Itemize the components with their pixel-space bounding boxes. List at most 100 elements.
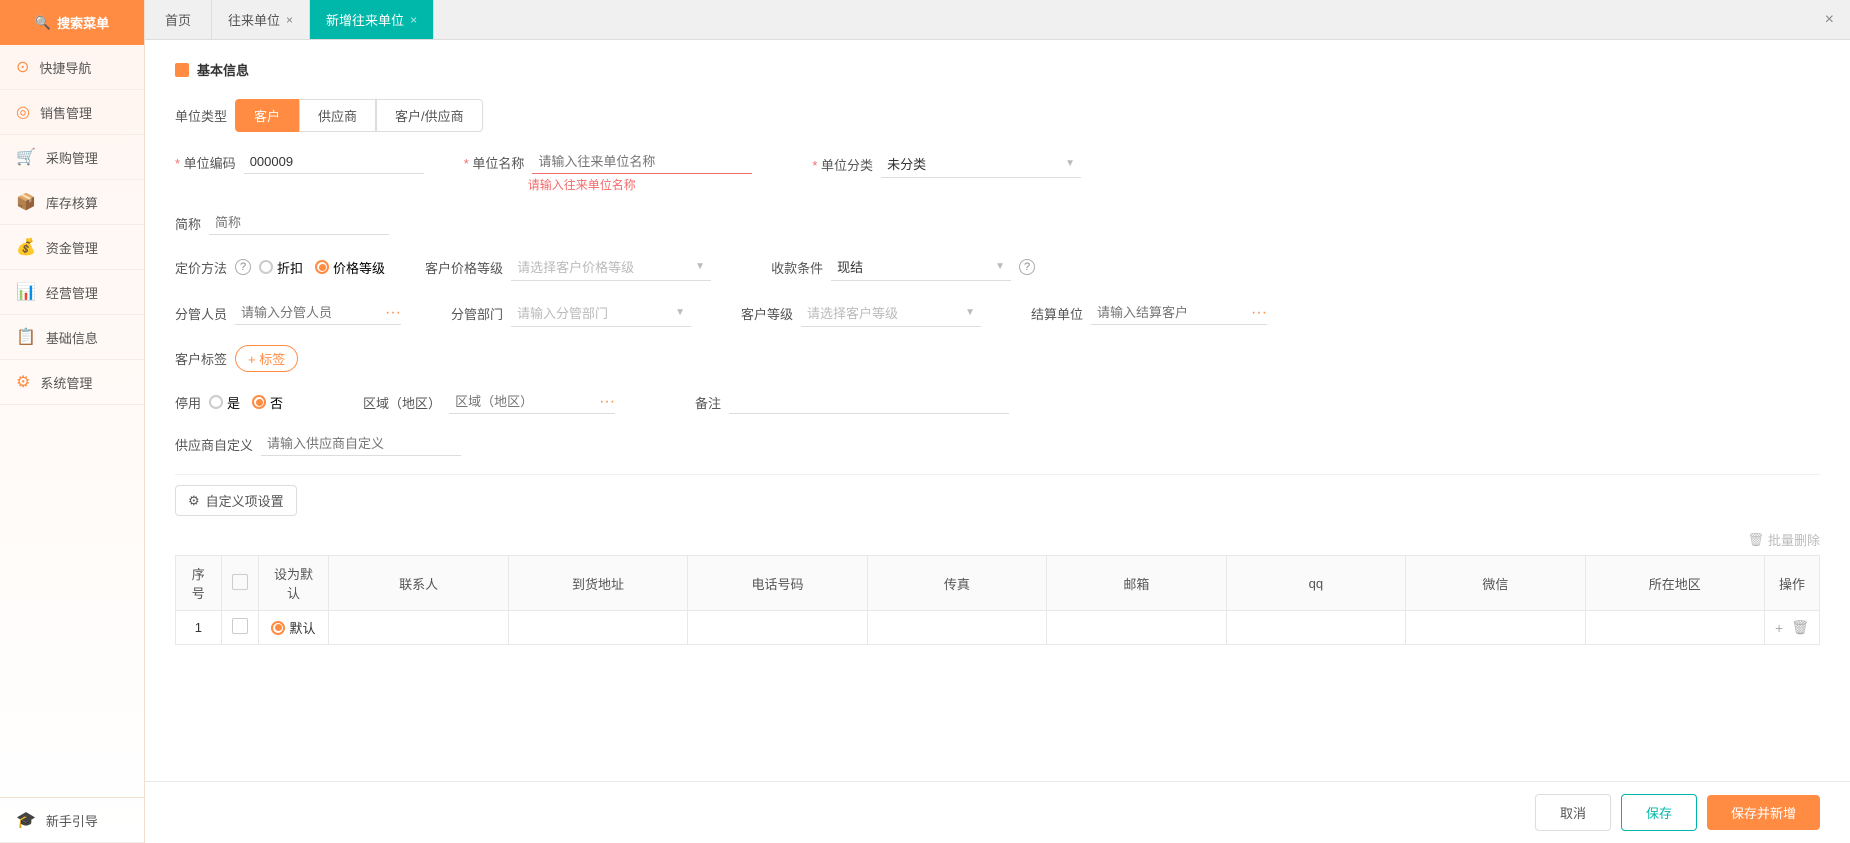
customer-level-select[interactable]: 请选择客户等级 ▼ (801, 299, 981, 327)
tab-new-contact[interactable]: 新增往来单位 × (310, 0, 434, 39)
sidebar-search-label[interactable]: 搜索菜单 (57, 13, 109, 32)
sidebar-header: 🔍 搜索菜单 (0, 0, 144, 45)
dept-arrow: ▼ (675, 307, 685, 318)
table-row: 1 默认 (176, 611, 1820, 645)
cell-qq[interactable] (1226, 611, 1406, 645)
header-checkbox[interactable] (232, 574, 248, 590)
cell-contact[interactable] (329, 611, 508, 645)
row-checkbox[interactable] (232, 618, 248, 634)
tabbar: 首页 往来单位 × 新增往来单位 × × (145, 0, 1850, 40)
tab-new-contact-close[interactable]: × (410, 13, 417, 27)
disable-no-circle (252, 395, 266, 409)
manager-more-icon[interactable]: ··· (385, 304, 401, 322)
cell-phone[interactable] (688, 611, 867, 645)
sidebar-item-finance[interactable]: 💰 资金管理 (0, 225, 144, 270)
pricing-help-icon[interactable]: ? (235, 259, 251, 275)
supplier-custom-row: 供应商自定义 (175, 432, 1820, 456)
supplier-custom-input[interactable] (261, 432, 461, 456)
pricing-radio-level[interactable]: 价格等级 (315, 258, 385, 277)
sidebar-label-operations: 经营管理 (46, 283, 98, 302)
type-btn-both[interactable]: 客户/供应商 (376, 99, 483, 132)
payment-terms-select[interactable]: 现结 ▼ (831, 253, 1011, 281)
contact-input[interactable] (339, 620, 497, 635)
disable-no-item[interactable]: 否 (252, 393, 283, 412)
custom-settings-button[interactable]: ⚙ 自定义项设置 (175, 485, 297, 516)
remark-input[interactable] (729, 390, 1009, 414)
add-row-icon[interactable]: + (1775, 620, 1783, 636)
sidebar-label-base-info: 基础信息 (46, 328, 98, 347)
short-name-row: 简称 (175, 211, 1820, 235)
sidebar-label-guide: 新手引导 (46, 811, 98, 830)
sidebar-item-inventory[interactable]: 📦 库存核算 (0, 180, 144, 225)
manager-input-wrapper: ··· (235, 301, 401, 325)
type-btn-supplier[interactable]: 供应商 (299, 99, 376, 132)
unit-name-input[interactable] (532, 150, 752, 174)
qq-input[interactable] (1237, 620, 1396, 635)
fax-input[interactable] (878, 620, 1036, 635)
sidebar: 🔍 搜索菜单 ⊙ 快捷导航 ◎ 销售管理 🛒 采购管理 📦 库存核算 💰 资金管… (0, 0, 145, 843)
disable-yes-item[interactable]: 是 (209, 393, 240, 412)
col-seq: 序号 (176, 556, 222, 611)
tab-home[interactable]: 首页 (145, 0, 212, 39)
sidebar-item-operations[interactable]: 📊 经营管理 (0, 270, 144, 315)
discount-label: 折扣 (277, 258, 303, 277)
save-button[interactable]: 保存 (1621, 794, 1697, 831)
table-region-input[interactable] (1596, 620, 1754, 635)
cell-region[interactable] (1585, 611, 1764, 645)
sidebar-item-guide[interactable]: 🎓 新手引导 (0, 798, 144, 843)
pricing-radio-discount[interactable]: 折扣 (259, 258, 303, 277)
disable-group: 停用 是 否 (175, 393, 283, 412)
dept-group: 分管部门 请输入分管部门 ▼ (451, 299, 691, 327)
sidebar-item-sales[interactable]: ◎ 销售管理 (0, 90, 144, 135)
region-group: 区域（地区） ··· (363, 390, 615, 414)
region-more-icon[interactable]: ··· (599, 393, 615, 411)
unit-category-arrow-icon: ▼ (1065, 158, 1075, 169)
finance-icon: 💰 (16, 237, 36, 257)
type-btn-customer[interactable]: 客户 (235, 99, 299, 132)
customer-price-level-group: 客户价格等级 请选择客户价格等级 ▼ (425, 253, 711, 281)
sidebar-item-quick-nav[interactable]: ⊙ 快捷导航 (0, 45, 144, 90)
delete-row-icon[interactable]: 🗑 (1791, 619, 1809, 636)
phone-input[interactable] (698, 620, 856, 635)
content-area: 基本信息 单位类型 客户 供应商 客户/供应商 单位编码 单位名称 (145, 40, 1850, 781)
settlement-unit-group: 结算单位 ··· (1031, 301, 1267, 325)
section-flag-icon (175, 63, 189, 77)
base-info-icon: 📋 (16, 327, 36, 347)
payment-terms-help-icon[interactable]: ? (1019, 259, 1035, 275)
cancel-button[interactable]: 取消 (1535, 794, 1611, 831)
row-default-radio[interactable]: 默认 (269, 618, 319, 637)
unit-code-input[interactable] (244, 150, 424, 174)
add-tag-button[interactable]: + 标签 (235, 345, 298, 372)
short-name-input[interactable] (209, 211, 389, 235)
tabbar-close-all[interactable]: × (1809, 11, 1850, 29)
sidebar-item-purchase[interactable]: 🛒 采购管理 (0, 135, 144, 180)
settlement-unit-input[interactable] (1091, 301, 1251, 324)
address-input[interactable] (519, 620, 677, 635)
tab-contacts[interactable]: 往来单位 × (212, 0, 310, 39)
email-input[interactable] (1057, 620, 1215, 635)
inventory-icon: 📦 (16, 192, 36, 212)
cell-email[interactable] (1047, 611, 1226, 645)
wechat-input[interactable] (1416, 620, 1574, 635)
tab-contacts-close[interactable]: × (286, 13, 293, 27)
row-actions: + 🗑 (1775, 619, 1809, 636)
batch-delete-label[interactable]: 批量删除 (1768, 530, 1820, 549)
sidebar-item-base-info[interactable]: 📋 基础信息 (0, 315, 144, 360)
cell-address[interactable] (508, 611, 687, 645)
cell-fax[interactable] (867, 611, 1046, 645)
customer-price-level-select[interactable]: 请选择客户价格等级 ▼ (511, 253, 711, 281)
cell-wechat[interactable] (1406, 611, 1585, 645)
dept-select[interactable]: 请输入分管部门 ▼ (511, 299, 691, 327)
col-wechat: 微信 (1406, 556, 1585, 611)
manager-input[interactable] (235, 301, 385, 324)
customer-tag-row: 客户标签 + 标签 (175, 345, 1820, 372)
sidebar-item-system[interactable]: ⚙ 系统管理 (0, 360, 144, 405)
unit-category-select[interactable]: 未分类 ▼ (881, 150, 1081, 178)
disable-radio-group: 是 否 (209, 393, 283, 412)
settlement-unit-more-icon[interactable]: ··· (1251, 304, 1267, 322)
dept-label: 分管部门 (451, 304, 503, 323)
contacts-table: 序号 设为默认 联系人 到货地址 电话号码 传真 邮箱 qq 微信 所在地区 操… (175, 555, 1820, 645)
region-input[interactable] (449, 390, 599, 413)
form-divider (175, 474, 1820, 475)
save-and-new-button[interactable]: 保存并新增 (1707, 795, 1820, 830)
